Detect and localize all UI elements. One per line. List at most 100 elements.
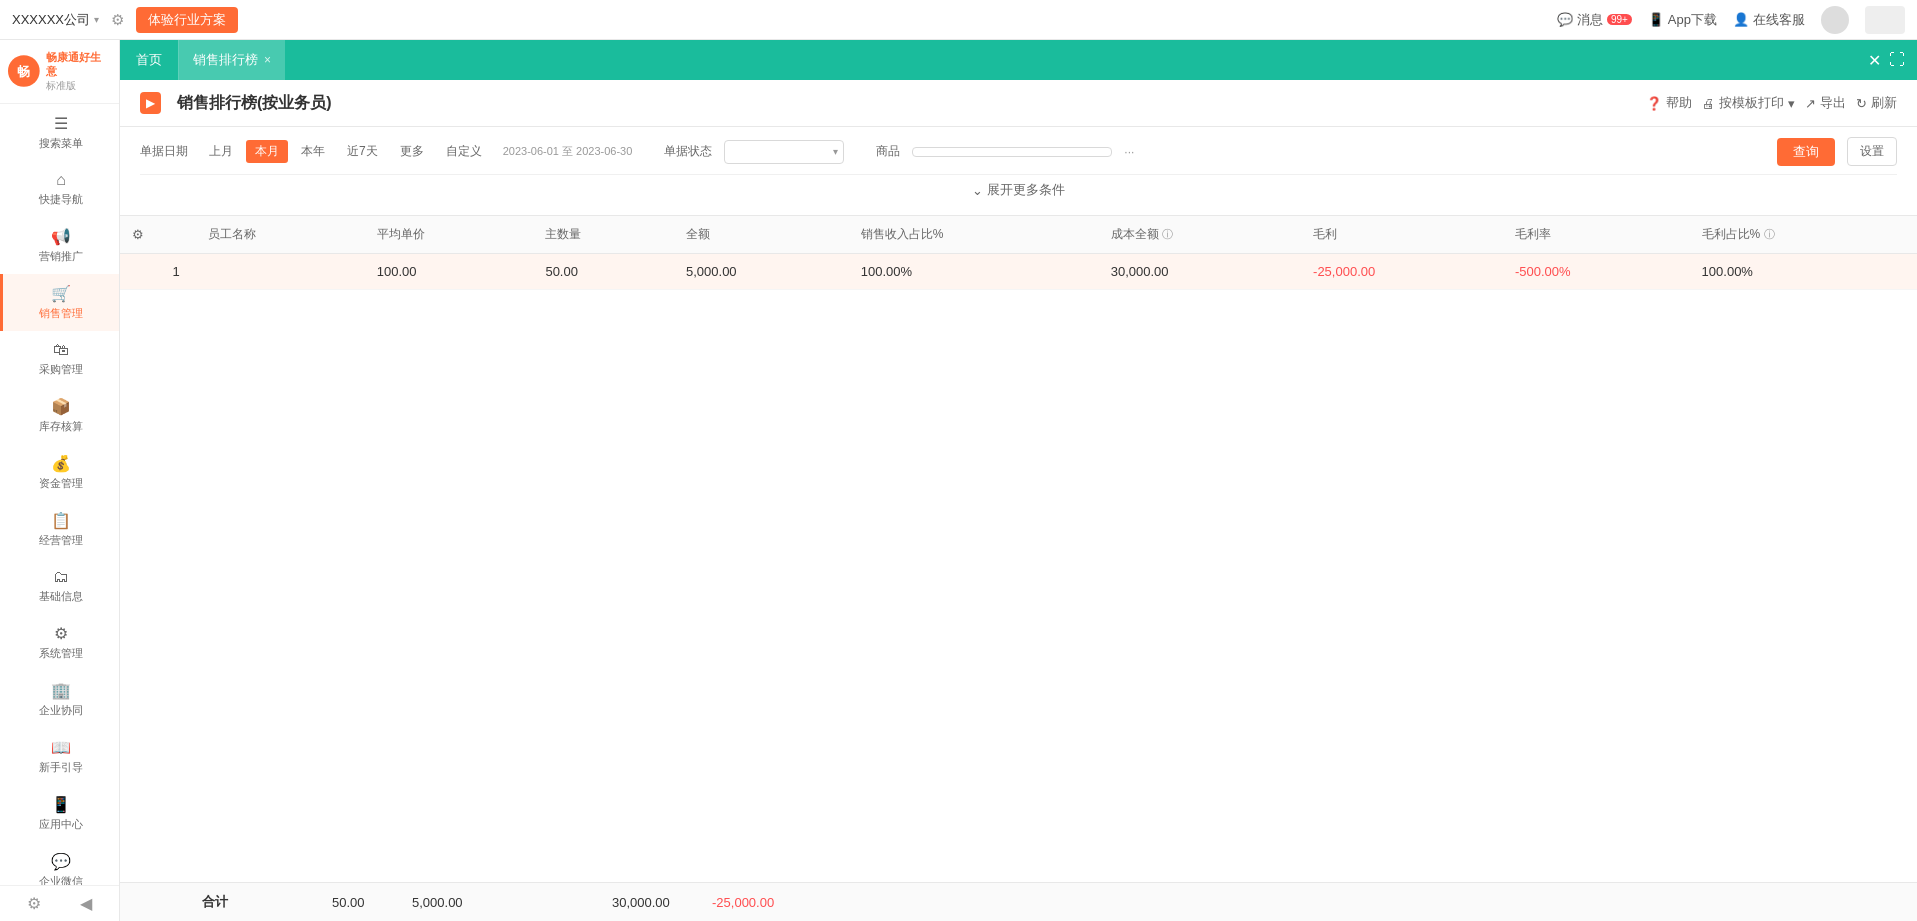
guide-icon: 📖 bbox=[51, 738, 71, 757]
tab-home[interactable]: 首页 bbox=[120, 40, 179, 80]
row-settings bbox=[120, 254, 156, 290]
col-rank bbox=[156, 216, 196, 254]
row-cost: 30,000.00 bbox=[1099, 254, 1301, 290]
marketing-icon: 📢 bbox=[51, 227, 71, 246]
sidebar-item-basic-info[interactable]: 🗂 基础信息 bbox=[0, 558, 119, 614]
sidebar-item-sales[interactable]: 🛒 销售管理 bbox=[0, 274, 119, 331]
app-center-icon: 📱 bbox=[51, 795, 71, 814]
sidebar-item-finance[interactable]: 💰 资金管理 bbox=[0, 444, 119, 501]
print-chevron-icon: ▾ bbox=[1788, 96, 1795, 111]
cost-info-icon[interactable]: ⓘ bbox=[1162, 228, 1173, 240]
gross-pct-info-icon[interactable]: ⓘ bbox=[1764, 228, 1775, 240]
filter-area: 单据日期 上月 本月 本年 近7天 更多 自定义 2023-06-01 至 20… bbox=[120, 127, 1917, 216]
col-quantity: 主数量 bbox=[533, 216, 674, 254]
date-tab-7days[interactable]: 近7天 bbox=[338, 140, 387, 163]
content-area: 首页 销售排行榜 × ✕ ⛶ ▶ 销售排行榜(按业务员) ❓ bbox=[120, 40, 1917, 921]
date-tab-this-year[interactable]: 本年 bbox=[292, 140, 334, 163]
col-gross-rate: 毛利率 bbox=[1503, 216, 1690, 254]
footer-total: 5,000.00 bbox=[400, 895, 500, 910]
sidebar-item-label: 基础信息 bbox=[39, 589, 83, 604]
sidebar-item-guide[interactable]: 📖 新手引导 bbox=[0, 728, 119, 785]
sidebar-item-label: 销售管理 bbox=[39, 306, 83, 321]
sidebar-item-purchase[interactable]: 🛍 采购管理 bbox=[0, 331, 119, 387]
logo-icon: 畅 bbox=[8, 55, 40, 87]
tab-close-window-icon[interactable]: ✕ bbox=[1868, 51, 1881, 70]
row-gross-rate: -500.00% bbox=[1503, 254, 1690, 290]
sidebar-item-label: 系统管理 bbox=[39, 646, 83, 661]
row-sales-pct: 100.00% bbox=[849, 254, 1099, 290]
top-right-area: 💬 消息 99+ 📱 App下载 👤 在线客服 bbox=[1557, 6, 1905, 34]
message-button[interactable]: 💬 消息 99+ bbox=[1557, 11, 1632, 29]
expand-row: ⌄ 展开更多条件 bbox=[140, 174, 1897, 205]
sidebar-item-enterprise[interactable]: 🏢 企业协同 bbox=[0, 671, 119, 728]
page-header: ▶ 销售排行榜(按业务员) ❓ 帮助 🖨 按模板打印 ▾ ↗ 导 bbox=[120, 80, 1917, 127]
footer-quantity: 50.00 bbox=[320, 895, 400, 910]
tab-bar: 首页 销售排行榜 × ✕ ⛶ bbox=[120, 40, 1917, 80]
sidebar-item-label: 企业协同 bbox=[39, 703, 83, 718]
sidebar-item-wechat[interactable]: 💬 企业微信 bbox=[0, 842, 119, 885]
expand-down-icon: ⌄ bbox=[972, 183, 983, 198]
more-filter-button[interactable]: ··· bbox=[1124, 145, 1134, 159]
refresh-button[interactable]: ↻ 刷新 bbox=[1856, 94, 1897, 112]
sidebar-item-inventory[interactable]: 📦 库存核算 bbox=[0, 387, 119, 444]
expand-toggle-button[interactable]: ▶ bbox=[140, 92, 161, 114]
date-tab-this-month[interactable]: 本月 bbox=[246, 140, 288, 163]
message-icon: 💬 bbox=[1557, 12, 1573, 27]
export-button[interactable]: ↗ 导出 bbox=[1805, 94, 1846, 112]
trial-button[interactable]: 体验行业方案 bbox=[136, 7, 238, 33]
sidebar-item-search-order[interactable]: ☰ 搜索菜单 bbox=[0, 104, 119, 161]
print-template-button[interactable]: 🖨 按模板打印 ▾ bbox=[1702, 94, 1795, 112]
expand-more-button[interactable]: ⌄ 展开更多条件 bbox=[972, 181, 1065, 199]
main-layout: 畅 畅康通好生意 标准版 ☰ 搜索菜单 ⌂ 快捷导航 📢 营销推广 🛒 销售 bbox=[0, 40, 1917, 921]
settings-button[interactable]: 设置 bbox=[1847, 137, 1897, 166]
help-button[interactable]: ❓ 帮助 bbox=[1646, 94, 1692, 112]
status-select[interactable] bbox=[724, 140, 844, 164]
enterprise-icon: 🏢 bbox=[51, 681, 71, 700]
date-tab-last-month[interactable]: 上月 bbox=[200, 140, 242, 163]
row-quantity: 50.00 bbox=[533, 254, 674, 290]
online-service-button[interactable]: 👤 在线客服 bbox=[1733, 11, 1805, 29]
system-icon: ⚙ bbox=[54, 624, 68, 643]
sidebar-item-quick-nav[interactable]: ⌂ 快捷导航 bbox=[0, 161, 119, 217]
company-selector[interactable]: XXXXXX公司 ▾ bbox=[12, 11, 99, 29]
sidebar-collapse-icon[interactable]: ◀ bbox=[80, 894, 92, 913]
page-title: 销售排行榜(按业务员) bbox=[177, 93, 332, 114]
col-gross: 毛利 bbox=[1301, 216, 1503, 254]
date-label: 单据日期 bbox=[140, 143, 188, 160]
tab-sales-ranking[interactable]: 销售排行榜 × bbox=[179, 40, 285, 80]
table-footer: 合计 50.00 5,000.00 30,000.00 -25,000.00 bbox=[120, 882, 1917, 921]
column-settings-icon[interactable]: ⚙ bbox=[132, 227, 144, 242]
row-avg-price: 100.00 bbox=[365, 254, 534, 290]
sidebar-item-marketing[interactable]: 📢 营销推广 bbox=[0, 217, 119, 274]
top-bar: XXXXXX公司 ▾ ⚙ 体验行业方案 💬 消息 99+ 📱 App下载 👤 在… bbox=[0, 0, 1917, 40]
sidebar-item-app-center[interactable]: 📱 应用中心 bbox=[0, 785, 119, 842]
row-rank: 1 bbox=[156, 254, 196, 290]
sidebar-item-label: 资金管理 bbox=[39, 476, 83, 491]
status-select-wrapper: ▾ bbox=[724, 140, 844, 164]
sidebar-item-operation[interactable]: 📋 经营管理 bbox=[0, 501, 119, 558]
user-name-display bbox=[1865, 6, 1905, 34]
wechat-icon: 💬 bbox=[51, 852, 71, 871]
tab-fullscreen-icon[interactable]: ⛶ bbox=[1889, 51, 1905, 69]
sidebar-footer: ⚙ ◀ bbox=[0, 885, 119, 921]
sidebar-item-label: 采购管理 bbox=[39, 362, 83, 377]
gear-icon[interactable]: ⚙ bbox=[111, 11, 124, 29]
sidebar-settings-icon[interactable]: ⚙ bbox=[27, 894, 41, 913]
date-tabs: 上月 本月 本年 近7天 更多 自定义 bbox=[200, 140, 491, 163]
filter-row: 单据日期 上月 本月 本年 近7天 更多 自定义 2023-06-01 至 20… bbox=[140, 137, 1897, 166]
tab-close-icon[interactable]: × bbox=[264, 53, 271, 67]
date-tab-custom[interactable]: 自定义 bbox=[437, 140, 491, 163]
col-sales-pct: 销售收入占比% bbox=[849, 216, 1099, 254]
goods-input[interactable] bbox=[912, 147, 1112, 157]
sidebar: 畅 畅康通好生意 标准版 ☰ 搜索菜单 ⌂ 快捷导航 📢 营销推广 🛒 销售 bbox=[0, 40, 120, 921]
logo-text: 畅康通好生意 bbox=[46, 50, 111, 79]
logo-sub: 标准版 bbox=[46, 79, 111, 93]
date-tab-more[interactable]: 更多 bbox=[391, 140, 433, 163]
avatar[interactable] bbox=[1821, 6, 1849, 34]
sidebar-item-label: 企业微信 bbox=[39, 874, 83, 885]
sidebar-item-system[interactable]: ⚙ 系统管理 bbox=[0, 614, 119, 671]
app-download-button[interactable]: 📱 App下载 bbox=[1648, 11, 1717, 29]
col-settings[interactable]: ⚙ bbox=[120, 216, 156, 254]
query-button[interactable]: 查询 bbox=[1777, 138, 1835, 166]
date-range: 2023-06-01 至 2023-06-30 bbox=[503, 144, 633, 159]
